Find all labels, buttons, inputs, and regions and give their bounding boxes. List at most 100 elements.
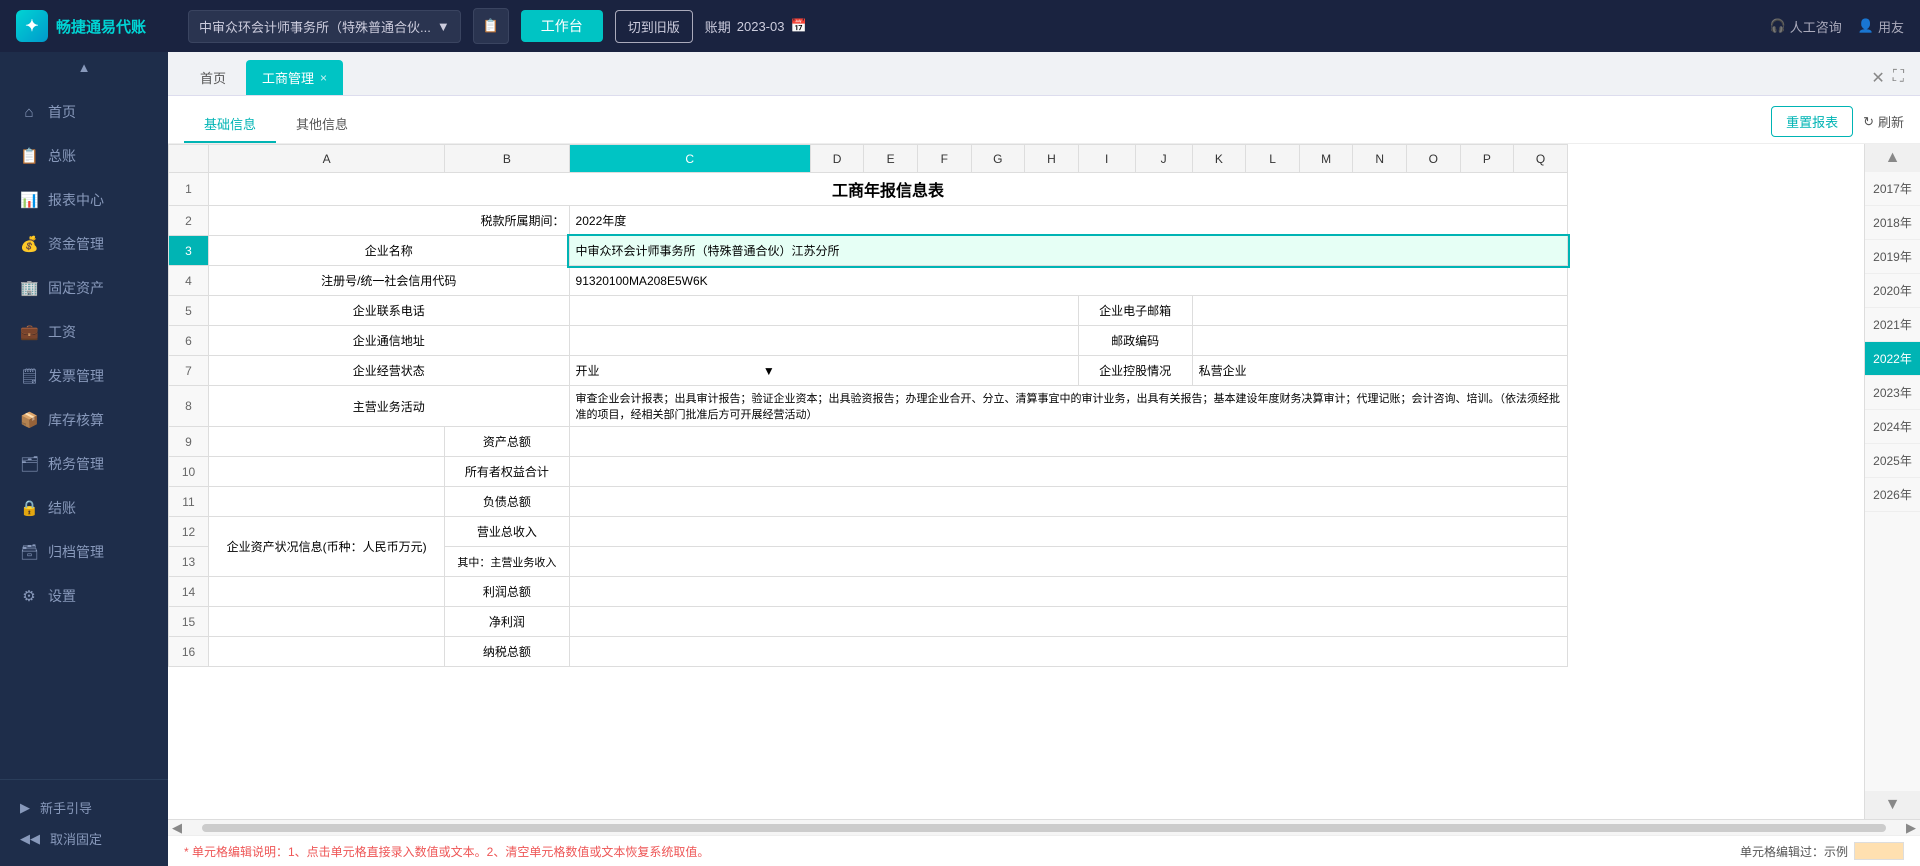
calendar-icon[interactable]: 📅 xyxy=(790,18,806,34)
switch-version-button[interactable]: 切到旧版 xyxy=(615,10,693,43)
cell-main-revenue-label: 其中：主营业务收入 xyxy=(445,547,569,577)
sidebar-scroll-up[interactable]: ▲ xyxy=(0,52,168,82)
year-item-2025[interactable]: 2025年 xyxy=(1865,444,1920,478)
horiz-scrollbar[interactable]: ◀ ▶ xyxy=(168,819,1920,835)
new-guide-label: 新手引导 xyxy=(40,798,92,817)
cell-regcode-value[interactable]: 91320100MA208E5W6K xyxy=(569,266,1567,296)
tabbar: 首页 工商管理 × ✕ ⛶ xyxy=(168,52,1920,96)
sidebar-item-label: 报表中心 xyxy=(48,190,104,210)
sidebar-item-inventory[interactable]: 📦 库存核算 xyxy=(0,398,168,442)
cell-status-label: 企业经营状态 xyxy=(209,356,570,386)
cell-assets-value[interactable] xyxy=(569,427,1567,457)
tab-workorder[interactable]: 工商管理 × xyxy=(246,60,343,95)
reset-report-button[interactable]: 重置报表 xyxy=(1771,106,1853,137)
tab-close-window-icon[interactable]: ✕ xyxy=(1871,68,1884,88)
sidebar-item-salary[interactable]: 💼 工资 xyxy=(0,310,168,354)
row-num-5: 5 xyxy=(169,296,209,326)
cell-net-profit-value[interactable] xyxy=(569,607,1567,637)
tab-expand-icon[interactable]: ⛶ xyxy=(1893,68,1904,88)
subtab-other[interactable]: 其他信息 xyxy=(276,106,368,143)
unpin[interactable]: ◀◀ 取消固定 xyxy=(20,823,148,854)
col-header-I: I xyxy=(1078,145,1135,173)
year-item-2026[interactable]: 2026年 xyxy=(1865,478,1920,512)
company-name: 中审众环会计师事务所（特殊普通合伙... xyxy=(199,17,431,36)
cell-revenue-value[interactable] xyxy=(569,517,1567,547)
hint-text: * 单元格编辑说明：1、点击单元格直接录入数值或文本。2、清空单元格数值或文本恢… xyxy=(184,843,709,860)
headset-icon: 🎧 xyxy=(1770,18,1786,34)
scroll-left-icon[interactable]: ◀ xyxy=(172,820,182,836)
company-icon-btn[interactable]: 📋 xyxy=(473,8,509,44)
sidebar: ▲ ⌂ 首页 📋 总账 📊 报表中心 💰 资金管理 🏢 固定资产 xyxy=(0,52,168,866)
cell-group-label: 企业资产状况信息(币种：人民币万元) xyxy=(209,517,445,577)
sidebar-item-archive[interactable]: 🗃 归档管理 xyxy=(0,530,168,574)
year-item-2022[interactable]: 2022年 xyxy=(1865,342,1920,376)
company-selector[interactable]: 中审众环会计师事务所（特殊普通合伙... ▼ xyxy=(188,10,461,43)
sidebar-item-reports[interactable]: 📊 报表中心 xyxy=(0,178,168,222)
cell-holding-value[interactable]: 私营企业 xyxy=(1192,356,1567,386)
cell-10-A xyxy=(209,457,445,487)
cell-title[interactable]: 工商年报信息表 xyxy=(209,173,1568,206)
workbench-button[interactable]: 工作台 xyxy=(521,10,603,42)
col-header-G: G xyxy=(971,145,1025,173)
bottom-bar: * 单元格编辑说明：1、点击单元格直接录入数值或文本。2、清空单元格数值或文本恢… xyxy=(168,835,1920,866)
year-item-2024[interactable]: 2024年 xyxy=(1865,410,1920,444)
cell-equity-value[interactable] xyxy=(569,457,1567,487)
row-num-4: 4 xyxy=(169,266,209,296)
year-item-2017[interactable]: 2017年 xyxy=(1865,172,1920,206)
cell-tax-value[interactable] xyxy=(569,637,1567,667)
sidebar-item-assets[interactable]: 🏢 固定资产 xyxy=(0,266,168,310)
sidebar-item-invoice[interactable]: 🗒 发票管理 xyxy=(0,354,168,398)
table-row: 12 企业资产状况信息(币种：人民币万元) 营业总收入 xyxy=(169,517,1568,547)
invoice-icon: 🗒 xyxy=(20,367,38,385)
row-num-15: 15 xyxy=(169,607,209,637)
cell-address-value[interactable] xyxy=(569,326,1078,356)
tab-home[interactable]: 首页 xyxy=(184,60,242,95)
cell-email-value[interactable] xyxy=(1192,296,1567,326)
tax-icon: 🗂 xyxy=(20,455,38,473)
cell-company-value[interactable]: 中审众环会计师事务所（特殊普通合伙）江苏分所 xyxy=(569,236,1567,266)
cell-assets-label: 资产总额 xyxy=(445,427,569,457)
year-item-2020[interactable]: 2020年 xyxy=(1865,274,1920,308)
year-item-2023[interactable]: 2023年 xyxy=(1865,376,1920,410)
col-header-M: M xyxy=(1299,145,1353,173)
cell-period-value[interactable]: 2022年度 xyxy=(569,206,1567,236)
sidebar-item-home[interactable]: ⌂ 首页 xyxy=(0,90,168,134)
cell-address-label: 企业通信地址 xyxy=(209,326,570,356)
tab-label: 工商管理 xyxy=(262,68,314,87)
table-row: 5 企业联系电话 企业电子邮箱 xyxy=(169,296,1568,326)
ai-service[interactable]: 🎧 人工咨询 xyxy=(1770,17,1842,36)
cell-postcode-value[interactable] xyxy=(1192,326,1567,356)
cell-profit-value[interactable] xyxy=(569,577,1567,607)
year-nav-up[interactable]: ▲ xyxy=(1865,144,1920,172)
cell-status-value[interactable]: 开业 ▼ xyxy=(569,356,1078,386)
col-header-P: P xyxy=(1460,145,1514,173)
user-menu[interactable]: 👤 用友 xyxy=(1858,17,1904,36)
scroll-right-icon[interactable]: ▶ xyxy=(1906,820,1916,836)
year-nav-down[interactable]: ▼ xyxy=(1865,791,1920,819)
cell-business-value[interactable]: 审查企业会计报表；出具审计报告；验证企业资本；出具验资报告；办理企业合开、分立、… xyxy=(569,386,1567,427)
cell-main-revenue-value[interactable] xyxy=(569,547,1567,577)
year-item-2021[interactable]: 2021年 xyxy=(1865,308,1920,342)
user-label: 用友 xyxy=(1878,17,1904,36)
sidebar-item-tax[interactable]: 🗂 税务管理 xyxy=(0,442,168,486)
new-guide[interactable]: ▶ 新手引导 xyxy=(20,792,148,823)
cell-company-label: 企业名称 xyxy=(209,236,570,266)
table-row: 11 负债总额 xyxy=(169,487,1568,517)
year-item-2019[interactable]: 2019年 xyxy=(1865,240,1920,274)
sidebar-item-close[interactable]: 🔒 结账 xyxy=(0,486,168,530)
horiz-scroll-thumb[interactable] xyxy=(202,824,1886,832)
sidebar-item-ledger[interactable]: 📋 总账 xyxy=(0,134,168,178)
sidebar-item-settings[interactable]: ⚙ 设置 xyxy=(0,574,168,618)
tab-close-icon[interactable]: × xyxy=(320,71,327,85)
year-item-2018[interactable]: 2018年 xyxy=(1865,206,1920,240)
col-header-O: O xyxy=(1407,145,1461,173)
archive-icon: 🗃 xyxy=(20,543,38,561)
col-header-J: J xyxy=(1135,145,1192,173)
cell-phone-value[interactable] xyxy=(569,296,1078,326)
subtab-basic[interactable]: 基础信息 xyxy=(184,106,276,143)
col-header-A: A xyxy=(209,145,445,173)
refresh-button[interactable]: ↻ 刷新 xyxy=(1863,112,1904,131)
sidebar-item-finance[interactable]: 💰 资金管理 xyxy=(0,222,168,266)
cell-liab-value[interactable] xyxy=(569,487,1567,517)
spreadsheet-main[interactable]: A B C D E F G H I J K L xyxy=(168,144,1864,819)
